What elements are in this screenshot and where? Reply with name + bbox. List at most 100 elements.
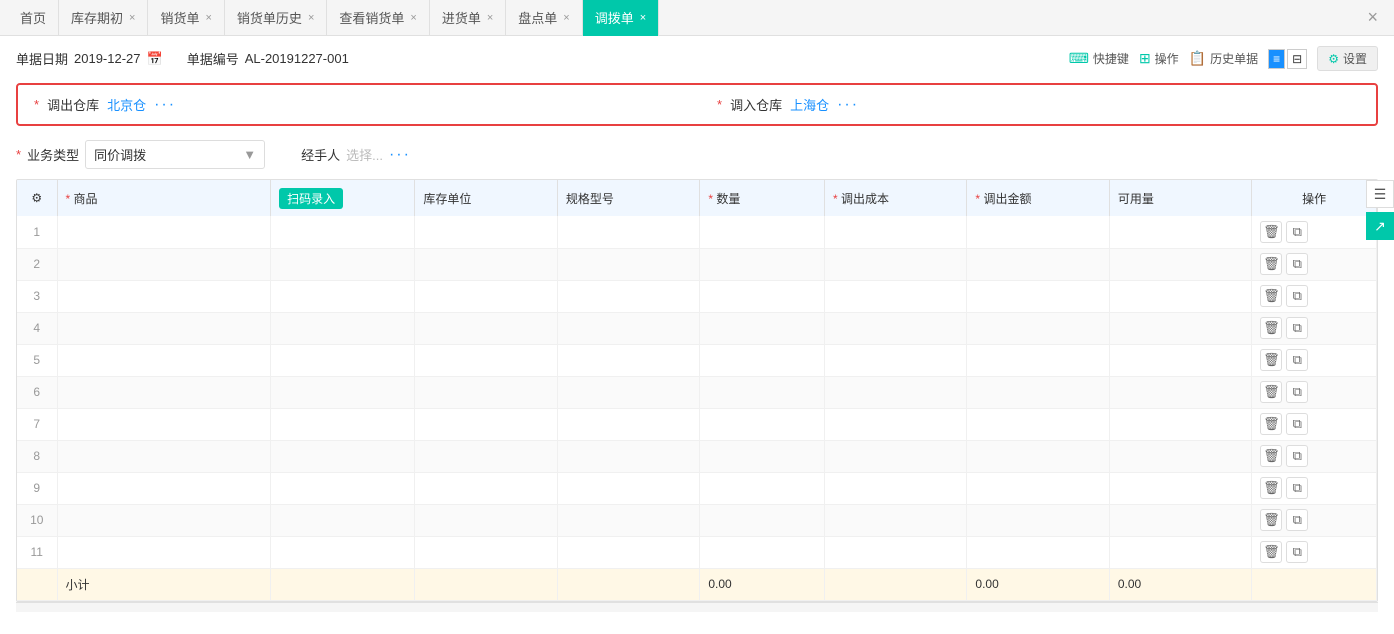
date-value: 2019-12-27 [74,51,141,66]
biz-type-value: 同价调拨 [94,145,146,164]
setting-btn[interactable]: ⚙ 设置 [1317,46,1378,71]
chevron-down-icon: ▼ [243,147,256,162]
copy-icon[interactable]: ⧉ [1286,285,1308,307]
table-header-row: ⚙ * 商品 扫码录入 库存单位 规格型号 * 数量 * [17,180,1377,216]
right-tool-export-icon[interactable]: ↗ [1366,212,1394,240]
warehouse-box: * 调出仓库 北京仓 ··· * 调入仓库 上海仓 ··· [16,83,1378,126]
tab-close-transfer[interactable]: × [640,12,646,24]
subtotal-amount: 0.00 [1109,568,1251,600]
header-actions: ⌨ 快捷键 ⊞ 操作 📋 历史单据 ≡ ⊟ ⚙ 设置 [1069,46,1378,71]
contact-label: 经手人 [301,145,340,164]
history-icon: 📋 [1189,50,1206,67]
col-header-scan[interactable]: 扫码录入 [271,180,415,216]
delete-icon[interactable]: 🗑 [1260,381,1282,403]
layout-icon-2[interactable]: ⊟ [1287,49,1307,69]
right-tools: ☰ ↗ [1366,180,1394,240]
biz-type-label: 业务类型 [27,145,79,164]
date-field: 单据日期 2019-12-27 📅 [16,49,163,68]
table-row: 6🗑⧉ [17,376,1377,408]
delete-icon[interactable]: 🗑 [1260,445,1282,467]
out-warehouse-value[interactable]: 北京仓 [107,95,146,114]
history-btn[interactable]: 📋 历史单据 [1189,50,1258,67]
scan-btn[interactable]: 扫码录入 [279,188,343,209]
in-warehouse-more-icon[interactable]: ··· [837,96,859,114]
copy-icon[interactable]: ⧉ [1286,317,1308,339]
delete-icon[interactable]: 🗑 [1260,509,1282,531]
biz-type-field: * 业务类型 同价调拨 ▼ [16,140,265,169]
shortcuts-btn[interactable]: ⌨ 快捷键 [1069,50,1129,67]
tab-bar-close-icon[interactable]: × [1359,7,1386,28]
tab-close-inventory-check[interactable]: × [563,12,569,24]
tab-close-view-sales[interactable]: × [410,12,416,24]
form-row: * 业务类型 同价调拨 ▼ 经手人 选择... ··· [16,140,1378,169]
in-warehouse-label: 调入仓库 [730,95,782,114]
copy-icon[interactable]: ⧉ [1286,541,1308,563]
shortcuts-icon: ⌨ [1069,50,1089,67]
copy-icon[interactable]: ⧉ [1286,477,1308,499]
table-row: 5🗑⧉ [17,344,1377,376]
contact-input[interactable]: 选择... [346,145,383,164]
delete-icon[interactable]: 🗑 [1260,477,1282,499]
table-row: 7🗑⧉ [17,408,1377,440]
table-row: 8🗑⧉ [17,440,1377,472]
delete-icon[interactable]: 🗑 [1260,349,1282,371]
col-header-amount: * 调出金额 [967,180,1109,216]
tab-inventory-check[interactable]: 盘点单 × [506,0,582,36]
out-warehouse-more-icon[interactable]: ··· [154,96,176,114]
layout-toggle[interactable]: ≡ ⊟ [1268,49,1307,69]
operations-icon: ⊞ [1139,50,1151,67]
tab-sales-history[interactable]: 销货单历史 × [225,0,327,36]
content-area: 单据日期 2019-12-27 📅 单据编号 AL-20191227-001 ⌨… [0,36,1394,622]
date-label: 单据日期 [16,49,68,68]
delete-icon[interactable]: 🗑 [1260,285,1282,307]
delete-icon[interactable]: 🗑 [1260,317,1282,339]
copy-icon[interactable]: ⧉ [1286,509,1308,531]
code-value: AL-20191227-001 [245,51,349,66]
code-label: 单据编号 [187,49,239,68]
tab-close-sales-history[interactable]: × [308,12,314,24]
gear-icon: ⚙ [1328,52,1339,66]
copy-icon[interactable]: ⧉ [1286,253,1308,275]
tab-sales-order[interactable]: 销货单 × [148,0,224,36]
code-field: 单据编号 AL-20191227-001 [187,49,349,68]
copy-icon[interactable]: ⧉ [1286,445,1308,467]
in-warehouse-star: * [717,97,722,112]
tab-inventory-init[interactable]: 库存期初 × [59,0,148,36]
col-header-gear[interactable]: ⚙ [17,180,57,216]
in-warehouse-value[interactable]: 上海仓 [790,95,829,114]
layout-icon-1[interactable]: ≡ [1268,49,1285,69]
col-header-qty: * 数量 [700,180,825,216]
contact-field: 经手人 选择... ··· [301,145,411,164]
subtotal-label: 小计 [57,568,271,600]
operations-btn[interactable]: ⊞ 操作 [1139,50,1179,67]
out-warehouse-group: * 调出仓库 北京仓 ··· [34,95,677,114]
copy-icon[interactable]: ⧉ [1286,349,1308,371]
table-row: 2🗑⧉ [17,248,1377,280]
delete-icon[interactable]: 🗑 [1260,541,1282,563]
calendar-icon[interactable]: 📅 [147,51,163,67]
tab-transfer[interactable]: 调拨单 × [583,0,659,36]
tab-close-sales-order[interactable]: × [205,12,211,24]
delete-icon[interactable]: 🗑 [1260,413,1282,435]
tab-home[interactable]: 首页 [8,0,59,36]
biz-type-select[interactable]: 同价调拨 ▼ [85,140,265,169]
tab-close-purchase-order[interactable]: × [487,12,493,24]
contact-more-icon[interactable]: ··· [389,146,411,164]
in-warehouse-group: * 调入仓库 上海仓 ··· [717,95,1360,114]
delete-icon[interactable]: 🗑 [1260,221,1282,243]
horizontal-scrollbar[interactable] [16,602,1378,612]
delete-icon[interactable]: 🗑 [1260,253,1282,275]
copy-icon[interactable]: ⧉ [1286,381,1308,403]
table-row: 9🗑⧉ [17,472,1377,504]
table-row: 1🗑⧉ [17,216,1377,248]
tab-view-sales[interactable]: 查看销货单 × [327,0,429,36]
col-header-cost: * 调出成本 [824,180,966,216]
copy-icon[interactable]: ⧉ [1286,413,1308,435]
table-row: 10🗑⧉ [17,504,1377,536]
tab-purchase-order[interactable]: 进货单 × [430,0,506,36]
tab-close-inventory-init[interactable]: × [129,12,135,24]
right-tool-list-icon[interactable]: ☰ [1366,180,1394,208]
copy-icon[interactable]: ⧉ [1286,221,1308,243]
col-header-spec: 规格型号 [557,180,699,216]
subtotal-cost: 0.00 [967,568,1109,600]
